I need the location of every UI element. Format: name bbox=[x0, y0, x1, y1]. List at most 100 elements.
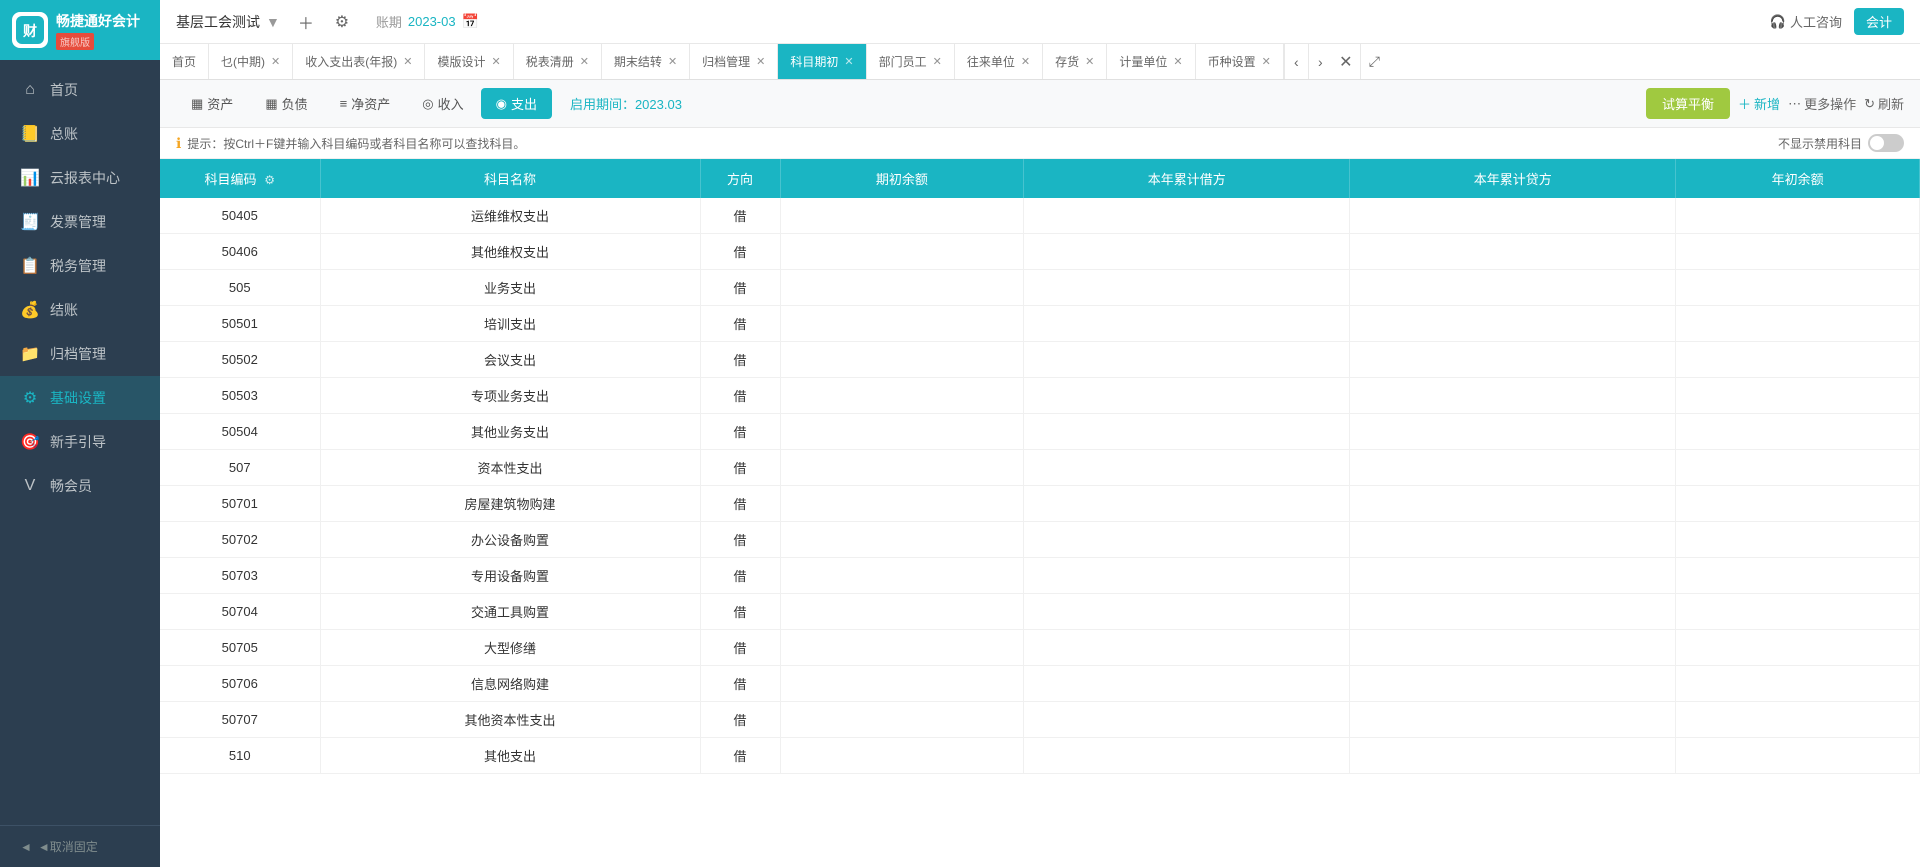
cat-tab-liability[interactable]: ▦ 负债 bbox=[250, 88, 322, 119]
tab-currency[interactable]: 币种设置 ✕ bbox=[1196, 44, 1284, 79]
tab-income-close[interactable]: ✕ bbox=[403, 55, 412, 68]
table-row[interactable]: 50501 培训支出 借 bbox=[160, 306, 1920, 342]
tab-dept-label: 部门员工 bbox=[879, 53, 927, 70]
cell-name: 运维维权支出 bbox=[320, 198, 700, 234]
sidebar-item-archive[interactable]: 📁 归档管理 bbox=[0, 332, 160, 376]
cat-tab-expenditure[interactable]: ◉ 支出 bbox=[481, 88, 552, 119]
tab-inventory[interactable]: 存货 ✕ bbox=[1043, 44, 1107, 79]
app-logo: 财 畅捷通好会计 旗舰版 bbox=[0, 0, 160, 60]
tab-interim-close[interactable]: ✕ bbox=[271, 55, 280, 68]
invoice-icon: 🧾 bbox=[20, 212, 40, 232]
table-row[interactable]: 505 业务支出 借 bbox=[160, 270, 1920, 306]
table-row[interactable]: 50704 交通工具购置 借 bbox=[160, 594, 1920, 630]
help-btn[interactable]: 🎧 人工咨询 bbox=[1770, 12, 1842, 31]
cat-tab-net-asset[interactable]: ≡ 净资产 bbox=[325, 88, 406, 119]
table-row[interactable]: 50701 房屋建筑物购建 借 bbox=[160, 486, 1920, 522]
cell-ytd-balance bbox=[1676, 522, 1920, 558]
tab-partners[interactable]: 往来单位 ✕ bbox=[955, 44, 1043, 79]
sidebar-collapse-btn[interactable]: ◄ ◄取消固定 bbox=[0, 825, 160, 867]
tab-subject-init-close[interactable]: ✕ bbox=[844, 55, 853, 68]
cell-name: 其他业务支出 bbox=[320, 414, 700, 450]
sidebar-item-invoice[interactable]: 🧾 发票管理 bbox=[0, 200, 160, 244]
tab-home[interactable]: 首页 bbox=[160, 44, 209, 79]
sidebar-item-reports[interactable]: 📊 云报表中心 bbox=[0, 156, 160, 200]
ledger-icon: 📒 bbox=[20, 124, 40, 144]
show-disabled-toggle[interactable]: 不显示禁用科目 bbox=[1778, 134, 1904, 152]
cat-tab-income[interactable]: ◎ 收入 bbox=[407, 88, 478, 119]
refresh-btn[interactable]: ↻ 刷新 bbox=[1864, 94, 1904, 113]
tab-interim[interactable]: 乜(中期) ✕ bbox=[209, 44, 293, 79]
tab-prev-btn[interactable]: ‹ bbox=[1284, 44, 1308, 79]
tab-subject-init[interactable]: 科目期初 ✕ bbox=[778, 44, 866, 79]
tab-dept-close[interactable]: ✕ bbox=[933, 55, 942, 68]
tab-expand-btn[interactable]: ⤢ bbox=[1360, 44, 1388, 79]
table-row[interactable]: 50406 其他维权支出 借 bbox=[160, 234, 1920, 270]
cell-ytd-credit bbox=[1350, 594, 1676, 630]
reports-icon: 📊 bbox=[20, 168, 40, 188]
add-workspace-btn[interactable]: ＋ bbox=[292, 8, 320, 36]
balance-btn[interactable]: 试算平衡 bbox=[1646, 88, 1730, 119]
more-btn[interactable]: ⋯ 更多操作 bbox=[1788, 94, 1856, 113]
column-settings-icon[interactable]: ⚙ bbox=[264, 173, 275, 187]
add-btn[interactable]: ＋ 新增 bbox=[1738, 94, 1780, 113]
tab-inventory-close[interactable]: ✕ bbox=[1085, 55, 1094, 68]
sidebar-item-guide[interactable]: 🎯 新手引导 bbox=[0, 420, 160, 464]
tab-unit-close[interactable]: ✕ bbox=[1173, 55, 1182, 68]
tab-template[interactable]: 模版设计 ✕ bbox=[425, 44, 513, 79]
tab-period-end-close[interactable]: ✕ bbox=[668, 55, 677, 68]
cell-ytd-balance bbox=[1676, 450, 1920, 486]
tab-income[interactable]: 收入支出表(年报) ✕ bbox=[293, 44, 425, 79]
table-row[interactable]: 50707 其他资本性支出 借 bbox=[160, 702, 1920, 738]
app-name: 畅捷通好会计 bbox=[56, 11, 140, 31]
table-row[interactable]: 50503 专项业务支出 借 bbox=[160, 378, 1920, 414]
table-row[interactable]: 50706 信息网络购建 借 bbox=[160, 666, 1920, 702]
cell-code: 50503 bbox=[160, 378, 320, 414]
cat-tab-expenditure-label: 支出 bbox=[511, 94, 537, 113]
cat-tab-asset[interactable]: ▦ 资产 bbox=[176, 88, 248, 119]
tab-archive[interactable]: 归档管理 ✕ bbox=[690, 44, 778, 79]
cell-code: 50501 bbox=[160, 306, 320, 342]
tab-dept[interactable]: 部门员工 ✕ bbox=[867, 44, 955, 79]
settings-btn[interactable]: ⚙ bbox=[328, 8, 356, 36]
tab-tax-close[interactable]: ✕ bbox=[580, 55, 589, 68]
tab-period-end[interactable]: 期末结转 ✕ bbox=[602, 44, 690, 79]
cell-ytd-credit bbox=[1350, 198, 1676, 234]
tab-inventory-label: 存货 bbox=[1055, 53, 1079, 70]
cell-direction: 借 bbox=[700, 342, 780, 378]
table-row[interactable]: 50705 大型修缮 借 bbox=[160, 630, 1920, 666]
user-role-btn[interactable]: 会计 bbox=[1854, 8, 1904, 35]
sidebar-item-label: 首页 bbox=[50, 80, 78, 100]
hint-bar: ℹ 提示：按Ctrl＋F键并输入科目编码或者科目名称可以查找科目。 不显示禁用科… bbox=[160, 128, 1920, 159]
sidebar-item-ledger[interactable]: 📒 总账 bbox=[0, 112, 160, 156]
tab-partners-close[interactable]: ✕ bbox=[1021, 55, 1030, 68]
cell-name: 交通工具购置 bbox=[320, 594, 700, 630]
workspace-selector[interactable]: 基层工会测试 ▼ bbox=[176, 12, 280, 32]
table-row[interactable]: 50502 会议支出 借 bbox=[160, 342, 1920, 378]
sidebar-item-home[interactable]: ⌂ 首页 bbox=[0, 68, 160, 112]
sidebar-item-member[interactable]: V 畅会员 bbox=[0, 464, 160, 508]
tab-close-all-btn[interactable]: ✕ bbox=[1332, 44, 1360, 79]
cell-ytd-credit bbox=[1350, 702, 1676, 738]
sidebar-item-tax[interactable]: 📋 税务管理 bbox=[0, 244, 160, 288]
tab-currency-close[interactable]: ✕ bbox=[1262, 55, 1271, 68]
th-name-label: 科目名称 bbox=[484, 172, 536, 187]
logo-icon: 财 bbox=[12, 12, 48, 48]
table-row[interactable]: 50405 运维维权支出 借 bbox=[160, 198, 1920, 234]
tab-archive-close[interactable]: ✕ bbox=[756, 55, 765, 68]
table-row[interactable]: 510 其他支出 借 bbox=[160, 738, 1920, 774]
toggle-switch[interactable] bbox=[1868, 134, 1904, 152]
sidebar-item-settlement[interactable]: 💰 结账 bbox=[0, 288, 160, 332]
calendar-icon[interactable]: 📅 bbox=[462, 13, 479, 30]
table-row[interactable]: 50504 其他业务支出 借 bbox=[160, 414, 1920, 450]
table-row[interactable]: 507 资本性支出 借 bbox=[160, 450, 1920, 486]
sidebar-item-settings[interactable]: ⚙ 基础设置 bbox=[0, 376, 160, 420]
cell-ytd-balance bbox=[1676, 270, 1920, 306]
table-row[interactable]: 50703 专用设备购置 借 bbox=[160, 558, 1920, 594]
tab-template-close[interactable]: ✕ bbox=[491, 55, 500, 68]
tab-tax[interactable]: 税表清册 ✕ bbox=[514, 44, 602, 79]
table-row[interactable]: 50702 办公设备购置 借 bbox=[160, 522, 1920, 558]
cell-direction: 借 bbox=[700, 270, 780, 306]
tab-unit[interactable]: 计量单位 ✕ bbox=[1107, 44, 1195, 79]
workspace-name: 基层工会测试 bbox=[176, 12, 260, 32]
tab-next-btn[interactable]: › bbox=[1308, 44, 1332, 79]
